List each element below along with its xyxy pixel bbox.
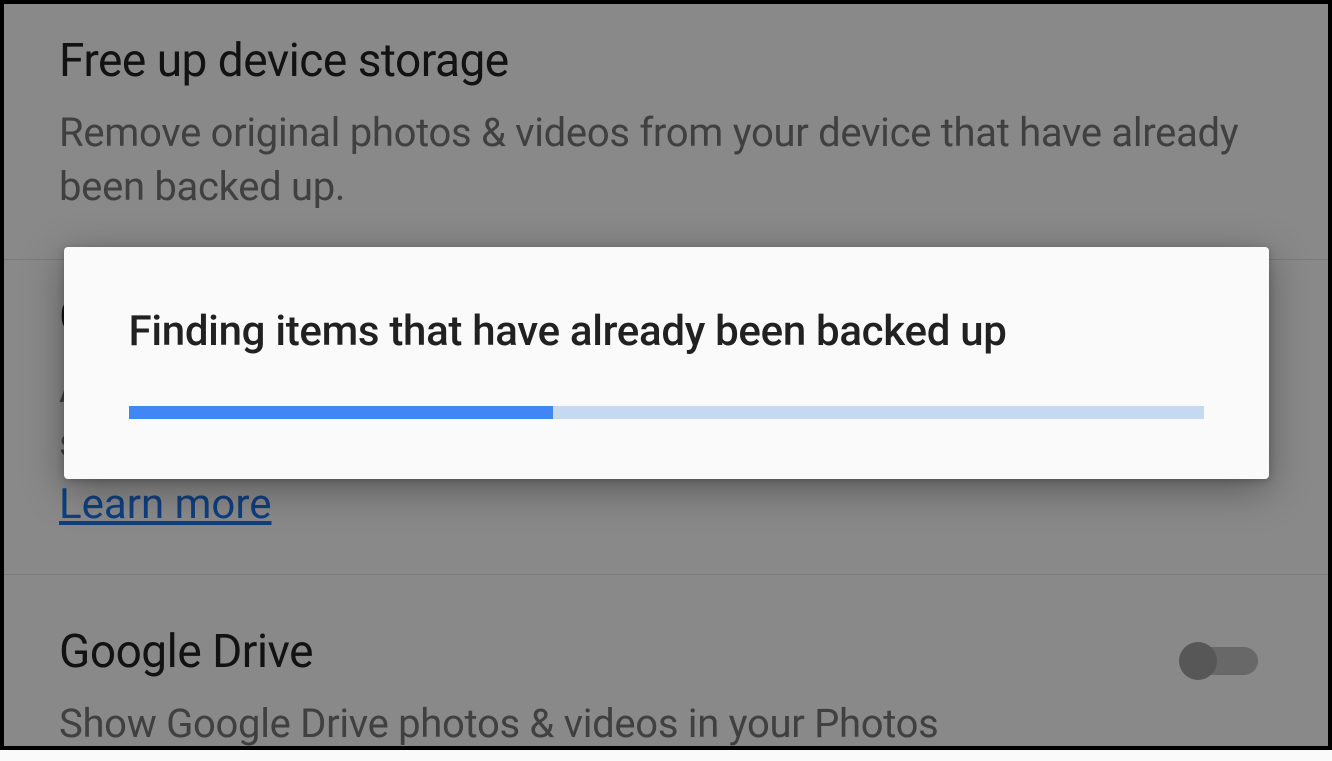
dialog-title: Finding items that have already been bac…: [129, 307, 1204, 356]
progress-bar: [129, 406, 1204, 419]
progress-fill: [129, 406, 554, 419]
modal-overlay: Finding items that have already been bac…: [4, 4, 1328, 746]
progress-dialog: Finding items that have already been bac…: [64, 247, 1269, 479]
